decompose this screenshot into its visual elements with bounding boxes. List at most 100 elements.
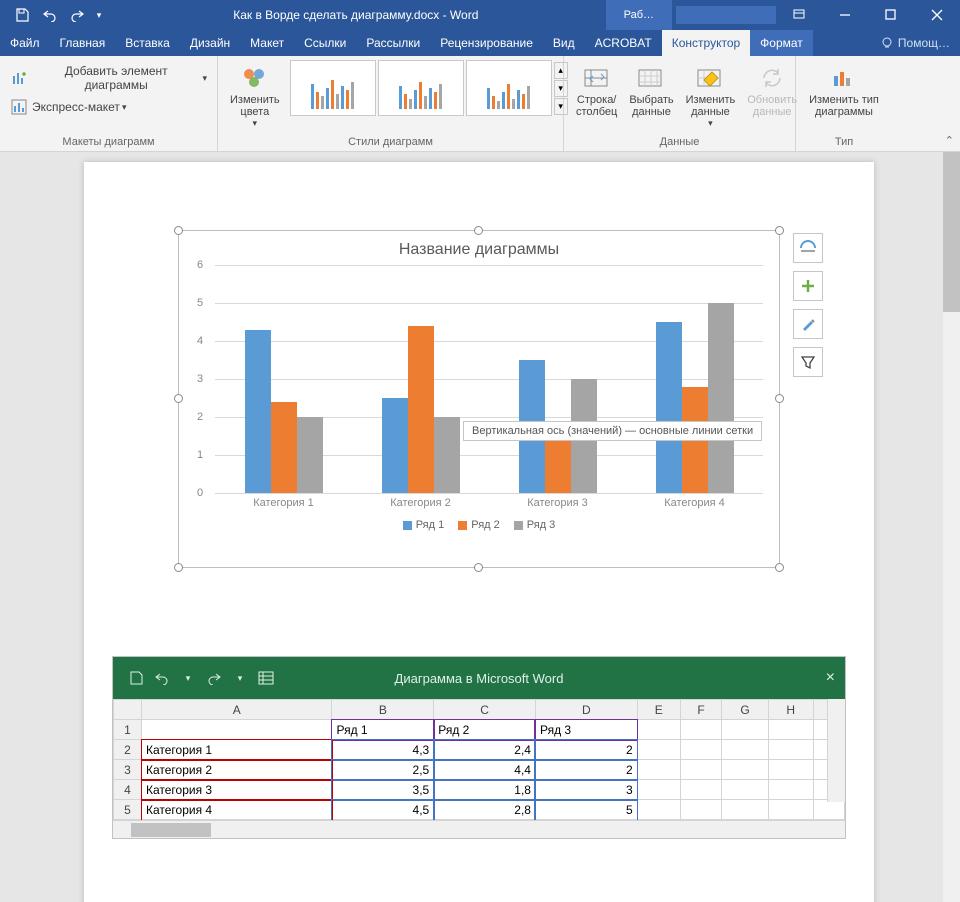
change-chart-type-button[interactable]: Изменить тип диаграммы [803,60,885,120]
cell[interactable] [637,780,680,800]
cell[interactable] [768,780,813,800]
tell-me[interactable]: Помощ… [870,30,960,56]
cell[interactable] [768,720,813,740]
cell[interactable] [722,780,769,800]
cell[interactable]: 2,5 [332,760,434,780]
cell[interactable] [768,760,813,780]
cell[interactable] [637,800,680,820]
bar[interactable] [382,398,408,493]
close-icon[interactable] [914,0,960,30]
resize-handle[interactable] [474,226,483,235]
change-colors-button[interactable]: Изменить цвета▾ [224,60,286,131]
cell[interactable]: 4,4 [434,760,536,780]
cell[interactable] [680,720,721,740]
resize-handle[interactable] [775,563,784,572]
legend-item[interactable]: Ряд 3 [514,519,556,531]
tab-review[interactable]: Рецензирование [430,30,543,56]
cell[interactable] [637,760,680,780]
redo-icon[interactable] [64,0,92,30]
cell[interactable]: 3,5 [332,780,434,800]
express-layout-button[interactable]: Экспресс-макет▾ [6,96,130,118]
col-header[interactable]: C [434,700,536,720]
col-header[interactable]: E [637,700,680,720]
cell[interactable] [768,800,813,820]
chart-plot-area[interactable]: 0123456 [215,265,763,493]
bar[interactable] [245,330,271,493]
cell[interactable]: 4,3 [332,740,434,760]
cell[interactable]: 2 [535,760,637,780]
resize-handle[interactable] [174,563,183,572]
horizontal-scrollbar[interactable] [113,820,845,838]
col-header[interactable]: A [142,700,332,720]
cell[interactable]: Ряд 2 [434,720,536,740]
bar[interactable] [271,402,297,493]
tab-file[interactable]: Файл [0,30,50,56]
save-icon[interactable] [123,665,149,691]
cell[interactable]: 4,5 [332,800,434,820]
cell[interactable]: Категория 2 [142,760,332,780]
resize-handle[interactable] [775,394,784,403]
cell[interactable] [722,740,769,760]
qat-dropdown-icon[interactable]: ▾ [92,0,106,30]
cell[interactable] [722,800,769,820]
col-header[interactable]: D [535,700,637,720]
row-header[interactable]: 5 [114,800,142,820]
row-header[interactable]: 1 [114,720,142,740]
tab-design[interactable]: Дизайн [180,30,240,56]
cell[interactable]: Ряд 1 [332,720,434,740]
cell[interactable]: Категория 3 [142,780,332,800]
cell[interactable]: 2 [535,740,637,760]
bar[interactable] [708,303,734,493]
cell[interactable] [722,720,769,740]
cell[interactable] [142,720,332,740]
cell[interactable]: 2,8 [434,800,536,820]
maximize-icon[interactable] [868,0,914,30]
style-thumb[interactable] [466,60,552,116]
cell[interactable]: 5 [535,800,637,820]
cell[interactable] [768,740,813,760]
tab-format[interactable]: Формат [750,30,813,56]
cell[interactable] [637,740,680,760]
cell[interactable] [722,760,769,780]
resize-handle[interactable] [474,563,483,572]
switch-row-col-button[interactable]: Строка/ столбец [570,60,623,120]
redo-dropdown-icon[interactable]: ▾ [227,665,253,691]
tab-home[interactable]: Главная [50,30,116,56]
open-excel-icon[interactable] [253,665,279,691]
undo-icon[interactable] [149,665,175,691]
cell[interactable] [680,760,721,780]
bar[interactable] [656,322,682,493]
cell[interactable]: 3 [535,780,637,800]
vertical-scrollbar[interactable] [943,152,960,902]
style-thumb[interactable] [290,60,376,116]
resize-handle[interactable] [775,226,784,235]
chart-title[interactable]: Название диаграммы [179,231,779,265]
select-data-button[interactable]: Выбрать данные [623,60,679,120]
cell[interactable]: 1,8 [434,780,536,800]
row-header[interactable]: 4 [114,780,142,800]
redo-icon[interactable] [201,665,227,691]
chart-elements-icon[interactable] [793,271,823,301]
collapse-ribbon-icon[interactable]: ⌃ [945,134,954,147]
undo-icon[interactable] [36,0,64,30]
legend-item[interactable]: Ряд 2 [458,519,500,531]
bar[interactable] [408,326,434,493]
close-icon[interactable]: × [826,669,835,687]
col-header[interactable]: H [768,700,813,720]
cell[interactable] [637,720,680,740]
chart-styles-gallery[interactable]: ▴ ▾ ▾ [290,60,568,116]
cell[interactable]: 2,4 [434,740,536,760]
col-header[interactable]: B [332,700,434,720]
ribbon-options-icon[interactable] [776,0,822,30]
legend-item[interactable]: Ряд 1 [403,519,445,531]
chart-filter-icon[interactable] [793,347,823,377]
edit-data-button[interactable]: Изменить данные▾ [680,60,742,131]
data-editor-titlebar[interactable]: ▾ ▾ Диаграмма в Microsoft Word × [113,657,845,699]
save-icon[interactable] [8,0,36,30]
row-header[interactable]: 2 [114,740,142,760]
chart-layout-options-icon[interactable] [793,233,823,263]
row-header[interactable]: 3 [114,760,142,780]
col-header[interactable]: G [722,700,769,720]
undo-dropdown-icon[interactable]: ▾ [175,665,201,691]
bar[interactable] [434,417,460,493]
